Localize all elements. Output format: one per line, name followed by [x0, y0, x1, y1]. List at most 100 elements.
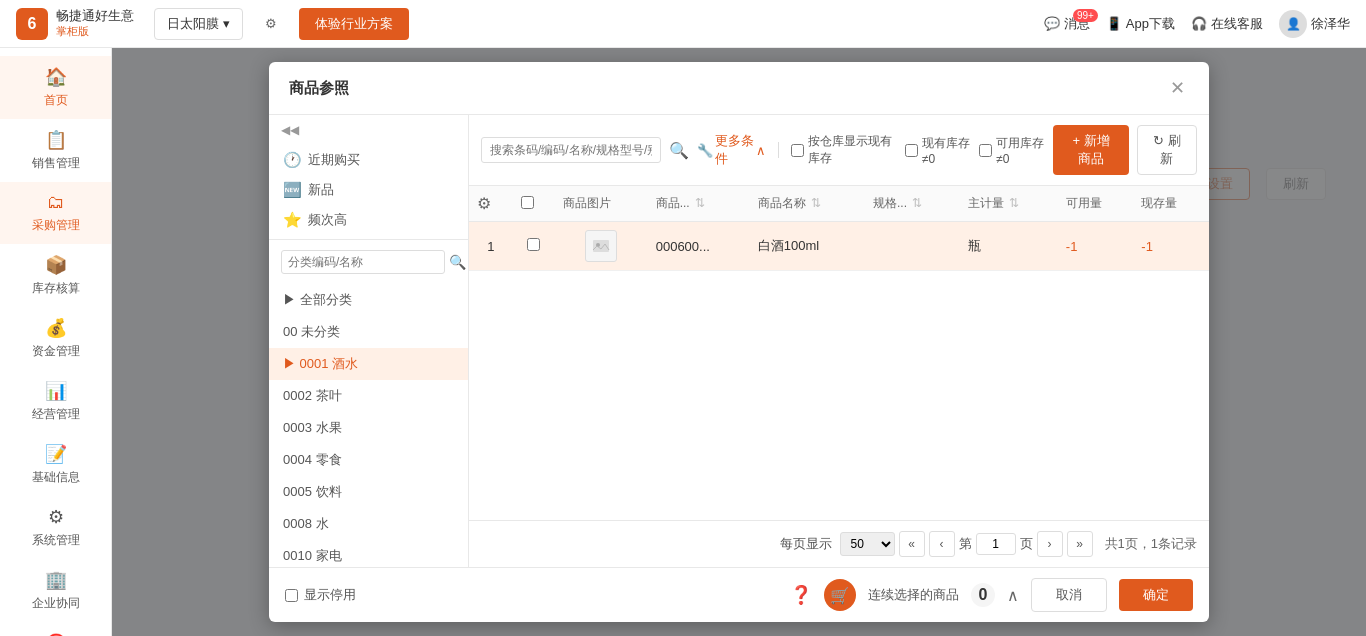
- filter-existing-input[interactable]: [905, 144, 918, 157]
- product-search-icon[interactable]: 🔍: [669, 141, 689, 160]
- row-checkbox[interactable]: [527, 238, 540, 251]
- prev-page-button[interactable]: ‹: [929, 531, 955, 557]
- category-all[interactable]: ▶ 全部分类: [269, 284, 468, 316]
- sidebar-label-operations: 经营管理: [32, 406, 80, 423]
- category-list: ▶ 全部分类 00 未分类 ▶ 0001 酒水 0002 茶叶: [269, 280, 468, 567]
- sidebar-item-system[interactable]: ⚙ 系统管理: [0, 496, 111, 559]
- category-0008[interactable]: 0008 水: [269, 508, 468, 540]
- clock-icon: 🕐: [283, 151, 302, 169]
- filter-bar: 🔍 🔧 更多条件 ∧ 按仓库显示现有库存: [469, 115, 1209, 186]
- purchase-icon: 🗂: [47, 192, 65, 213]
- category-0010[interactable]: 0010 家电: [269, 540, 468, 567]
- sidebar-item-inventory[interactable]: 📦 库存核算: [0, 244, 111, 307]
- modal-footer: 显示停用 ❓ 🛒 连续选择的商品 0 ∧ 取消 确定: [269, 567, 1209, 622]
- filter-available-input[interactable]: [979, 144, 992, 157]
- sidebar-item-enterprise[interactable]: 🏢 企业协同: [0, 559, 111, 622]
- th-stock: 现存量: [1133, 186, 1209, 222]
- show-disabled-label: 显示停用: [304, 586, 356, 604]
- th-checkbox: [513, 186, 555, 222]
- table-container: ⚙ 商品图片 商品... ⇅ 商品名称: [469, 186, 1209, 520]
- filter-more-label: 更多条件: [715, 132, 754, 168]
- help-icon[interactable]: ❓: [790, 584, 812, 606]
- sidebar-label-purchase: 采购管理: [32, 217, 80, 234]
- refresh-button[interactable]: ↻ 刷新: [1137, 125, 1197, 175]
- sidebar-label-basic: 基础信息: [32, 469, 80, 486]
- category-0002[interactable]: 0002 茶叶: [269, 380, 468, 412]
- app-download-button[interactable]: 📱 App下载: [1106, 15, 1175, 33]
- category-00[interactable]: 00 未分类: [269, 316, 468, 348]
- sidebar-item-home[interactable]: 🏠 首页: [0, 56, 111, 119]
- settings-icon[interactable]: ⚙: [255, 8, 287, 40]
- enterprise-icon: 🏢: [45, 569, 67, 591]
- th-code[interactable]: 商品... ⇅: [648, 186, 750, 222]
- cancel-button[interactable]: 取消: [1031, 578, 1107, 612]
- td-name: 白酒100ml: [750, 222, 865, 271]
- avatar: 👤: [1279, 10, 1307, 38]
- filter-existing-checkbox[interactable]: 现有库存≠0: [905, 135, 971, 166]
- pagination-bar: 每页显示 20 50 100 « ‹ 第 页 ›: [469, 520, 1209, 567]
- sort-icon: ⇅: [695, 196, 705, 210]
- category-0002-label: 0002 茶叶: [283, 387, 342, 405]
- cart-count: 0: [971, 583, 995, 607]
- sidebar-item-purchase[interactable]: 🗂 采购管理: [0, 182, 111, 244]
- sidebar-item-sales[interactable]: 📋 销售管理: [0, 119, 111, 182]
- first-page-button[interactable]: «: [899, 531, 925, 557]
- th-name[interactable]: 商品名称 ⇅: [750, 186, 865, 222]
- next-page-button[interactable]: ›: [1037, 531, 1063, 557]
- modal-close-button[interactable]: ✕: [1165, 76, 1189, 100]
- th-unit[interactable]: 主计量 ⇅: [960, 186, 1058, 222]
- filter-more-button[interactable]: 🔧 更多条件 ∧: [697, 132, 766, 168]
- sidebar-item-basic[interactable]: 📝 基础信息: [0, 433, 111, 496]
- sidebar-item-guide[interactable]: 🎯 新手引导: [0, 622, 111, 636]
- quick-filter-recent[interactable]: 🕐 近期购买: [269, 145, 468, 175]
- collapse-icon[interactable]: ◀◀: [281, 123, 299, 137]
- select-all-checkbox[interactable]: [521, 196, 534, 209]
- sidebar-item-finance[interactable]: 💰 资金管理: [0, 307, 111, 370]
- footer-actions: ❓ 🛒 连续选择的商品 0 ∧ 取消 确定: [790, 578, 1193, 612]
- product-search-input[interactable]: [481, 137, 661, 163]
- online-service-label: 在线客服: [1211, 15, 1263, 33]
- collapse-icon[interactable]: ∧: [1007, 586, 1019, 605]
- filter-by-warehouse-checkbox[interactable]: 按仓库显示现有库存: [791, 133, 897, 167]
- finance-icon: 💰: [45, 317, 67, 339]
- td-checkbox[interactable]: [513, 222, 555, 271]
- phone-icon: 📱: [1106, 16, 1122, 31]
- filter-available-checkbox[interactable]: 可用库存≠0: [979, 135, 1045, 166]
- trial-button[interactable]: 体验行业方案: [299, 8, 409, 40]
- message-icon: 💬: [1044, 16, 1060, 31]
- category-search-icon[interactable]: 🔍: [449, 254, 466, 270]
- online-service-button[interactable]: 🎧 在线客服: [1191, 15, 1263, 33]
- add-product-button[interactable]: + 新增商品: [1053, 125, 1128, 175]
- show-disabled-checkbox[interactable]: 显示停用: [285, 586, 356, 604]
- messages-button[interactable]: 💬 消息 99+: [1044, 15, 1090, 33]
- divider: [269, 239, 468, 240]
- category-search-input[interactable]: [281, 250, 445, 274]
- table-settings-icon[interactable]: ⚙: [477, 195, 491, 212]
- quick-filter-frequent[interactable]: ⭐ 频次高: [269, 205, 468, 235]
- sidebar: 🏠 首页 📋 销售管理 🗂 采购管理 📦 库存核算 💰 资金管理 📊 经营管理 …: [0, 48, 112, 636]
- quick-filter-new[interactable]: 🆕 新品: [269, 175, 468, 205]
- category-0005[interactable]: 0005 饮料: [269, 476, 468, 508]
- category-0005-label: 0005 饮料: [283, 483, 342, 501]
- confirm-button[interactable]: 确定: [1119, 579, 1193, 611]
- page-number-input[interactable]: [976, 533, 1016, 555]
- th-spec[interactable]: 规格... ⇅: [865, 186, 960, 222]
- category-0001[interactable]: ▶ 0001 酒水: [269, 348, 468, 380]
- home-icon: 🏠: [45, 66, 67, 88]
- table-row[interactable]: 1: [469, 222, 1209, 271]
- page-size-select[interactable]: 20 50 100: [840, 532, 895, 556]
- headset-icon: 🎧: [1191, 16, 1207, 31]
- user-area[interactable]: 👤 徐泽华: [1279, 10, 1350, 38]
- sidebar-item-operations[interactable]: 📊 经营管理: [0, 370, 111, 433]
- show-disabled-input[interactable]: [285, 589, 298, 602]
- store-selector[interactable]: 日太阳膜 ▾: [154, 8, 243, 40]
- filter-by-warehouse-input[interactable]: [791, 144, 804, 157]
- th-settings[interactable]: ⚙: [469, 186, 513, 222]
- basic-icon: 📝: [45, 443, 67, 465]
- last-page-button[interactable]: »: [1067, 531, 1093, 557]
- category-00-label: 00 未分类: [283, 323, 340, 341]
- category-0003[interactable]: 0003 水果: [269, 412, 468, 444]
- category-0004[interactable]: 0004 零食: [269, 444, 468, 476]
- logo-text: 畅捷通好生意: [56, 8, 134, 25]
- cart-icon[interactable]: 🛒: [824, 579, 856, 611]
